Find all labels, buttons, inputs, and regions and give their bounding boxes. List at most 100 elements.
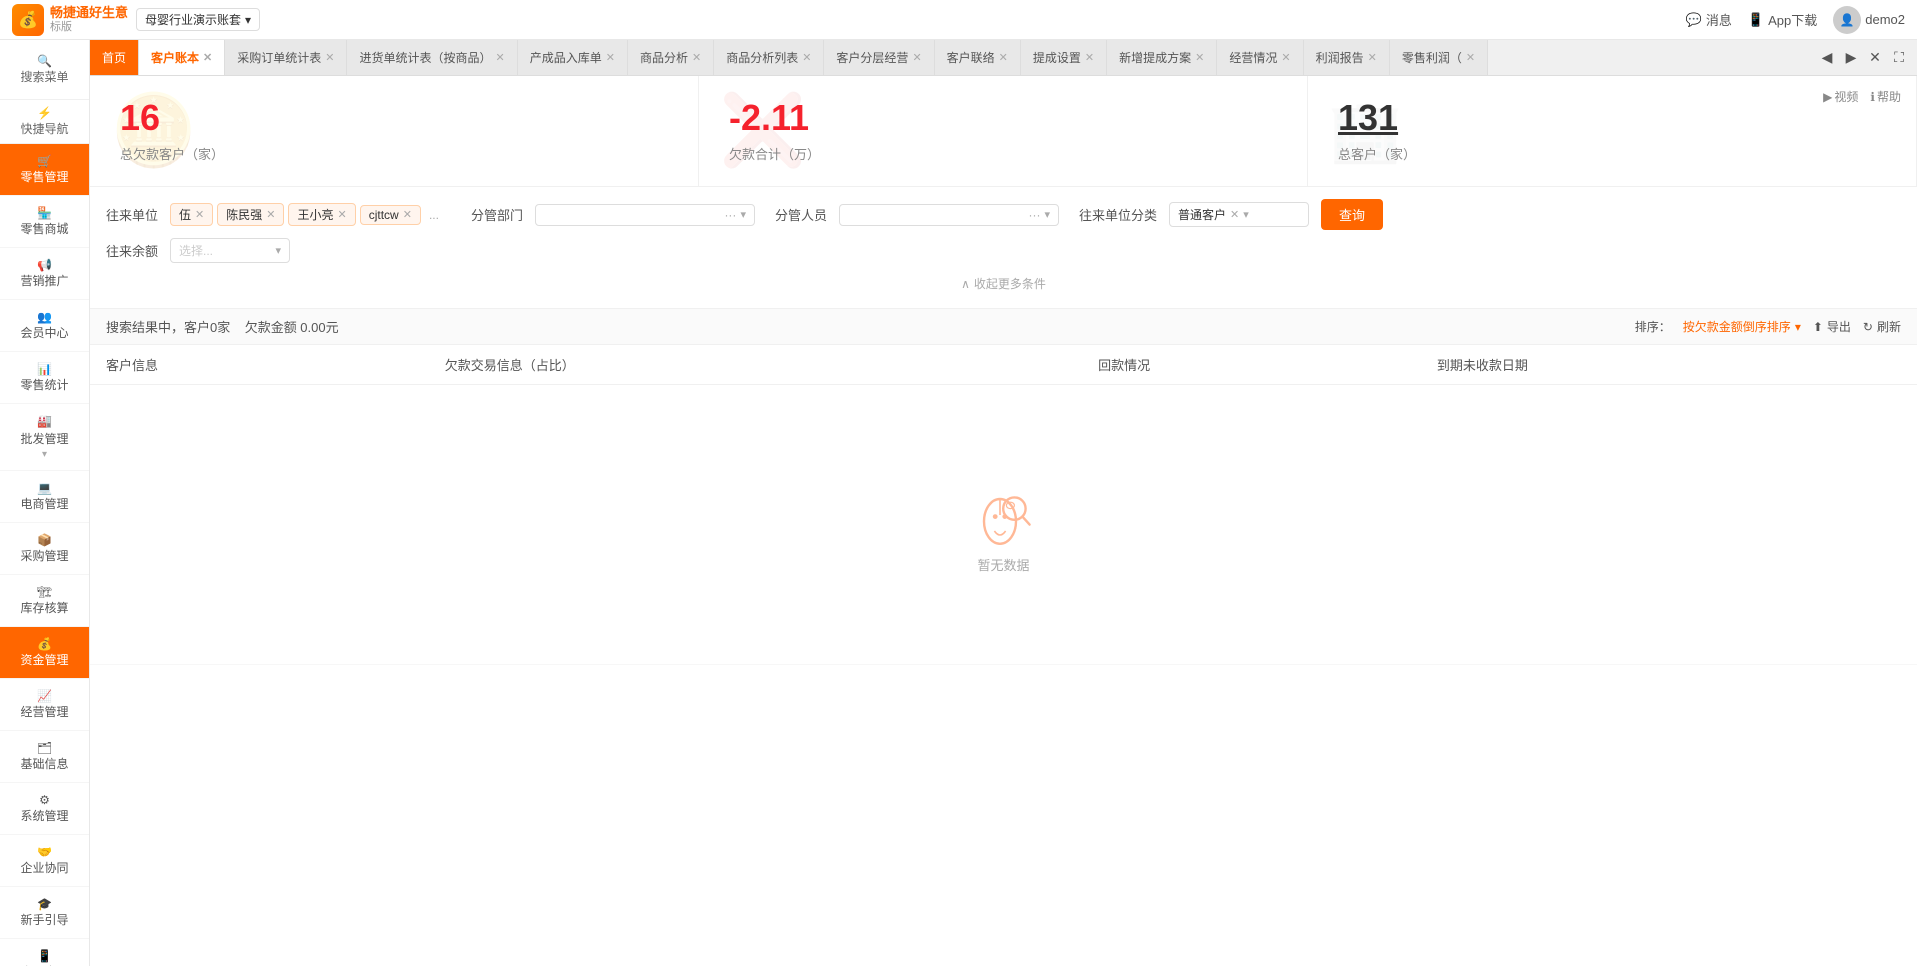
col-due-date: 到期未收款日期 [1421, 345, 1917, 385]
remove-tag-wu[interactable]: ✕ [195, 208, 204, 221]
tab-fullscreen-btn[interactable]: ⛶ [1889, 48, 1909, 68]
query-btn[interactable]: 查询 [1321, 199, 1383, 230]
sidebar-item-member[interactable]: 👥 会员中心 [0, 300, 89, 352]
close-tab-retail-profit[interactable]: ✕ [1466, 51, 1475, 64]
close-tab-business-status[interactable]: ✕ [1281, 51, 1290, 64]
top-bar: 💰 畅捷通好生意 标版 母婴行业演示账套 ▾ 💬 消息 📱 App下载 👤 de… [0, 0, 1917, 40]
filter-row-2: 往来余额 选择... ▾ [106, 238, 1901, 263]
basic-info-icon: 🗂 [37, 741, 52, 755]
tab-home[interactable]: 首页 [90, 40, 139, 76]
stat-debit-customers-label: 总欠款客户（家） [120, 144, 224, 163]
close-tab-customer-account[interactable]: ✕ [203, 51, 212, 64]
stats-row: 🪙 16 总欠款客户（家） ❌ -2.11 欠款合计（万） 🏢 131 总客户（… [90, 76, 1917, 187]
sidebar-item-retail-mall[interactable]: 🏪 零售商城 [0, 196, 89, 248]
close-tab-product-inbound[interactable]: ✕ [606, 51, 615, 64]
remove-tag-chen[interactable]: ✕ [266, 208, 275, 221]
user-avatar-btn[interactable]: 👤 demo2 [1833, 6, 1905, 34]
tab-close-all-btn[interactable]: ✕ [1865, 48, 1885, 68]
close-tab-product-analysis-list[interactable]: ✕ [802, 51, 811, 64]
mall-icon: 🏪 [37, 206, 52, 220]
sidebar-item-operation[interactable]: 📈 经营管理 [0, 679, 89, 731]
remove-tag-normal-customer[interactable]: ✕ [1230, 208, 1239, 221]
collapse-row: ∧ 收起更多条件 [106, 271, 1901, 296]
close-tab-new-promote[interactable]: ✕ [1195, 51, 1204, 64]
stat-block-debit-customers: 🪙 16 总欠款客户（家） [90, 76, 699, 186]
sidebar-item-purchase[interactable]: 📦 采购管理 [0, 523, 89, 575]
tab-new-promote[interactable]: 新增提成方案 ✕ [1107, 40, 1217, 76]
close-tab-customer-tier[interactable]: ✕ [912, 51, 921, 64]
table-empty-cell: 暂无数据 [90, 385, 1917, 665]
sort-select[interactable]: 按欠款金额倒序排序 ▾ [1683, 318, 1801, 335]
col-customer-info: 客户信息 [90, 345, 429, 385]
app-download-btn[interactable]: 📱 App下载 [1748, 10, 1817, 29]
tab-customer-tier[interactable]: 客户分层经营 ✕ [824, 40, 934, 76]
tab-customer-account[interactable]: 客户账本 ✕ [139, 40, 225, 76]
sidebar-item-basic-info[interactable]: 🗂 基础信息 [0, 731, 89, 783]
close-tab-customer-connect[interactable]: ✕ [999, 51, 1008, 64]
system-icon: ⚙ [39, 793, 50, 807]
tab-retail-profit[interactable]: 零售利润（ ✕ [1390, 40, 1488, 76]
tab-product-analysis-list[interactable]: 商品分析列表 ✕ [714, 40, 824, 76]
close-tab-product-analysis[interactable]: ✕ [692, 51, 701, 64]
tab-scroll-left-btn[interactable]: ◀ [1817, 48, 1837, 68]
tab-stock-summary[interactable]: 进货单统计表（按商品） ✕ [347, 40, 517, 76]
capital-icon: 💰 [37, 637, 52, 651]
sidebar-item-inventory[interactable]: 🏗 库存核算 [0, 575, 89, 627]
stat-block-debit-total: ❌ -2.11 欠款合计（万） [699, 76, 1308, 186]
retail-icon: 🛒 [37, 154, 52, 168]
sidebar-item-marketing[interactable]: 📢 营销推广 [0, 248, 89, 300]
sidebar-item-enterprise-collab[interactable]: 🤝 企业协同 [0, 835, 89, 887]
person-filter-input[interactable]: ··· ▾ [839, 204, 1059, 226]
sidebar-item-retail-stats[interactable]: 📊 零售统计 [0, 352, 89, 404]
operation-icon: 📈 [37, 689, 52, 703]
video-btn[interactable]: ▶ 视频 [1823, 88, 1858, 105]
empty-label: 暂无数据 [977, 555, 1029, 574]
avatar: 👤 [1833, 6, 1861, 34]
result-info: 搜索结果中，客户0家 欠款金额 0.00元 [106, 317, 339, 336]
top-bar-left: 💰 畅捷通好生意 标版 母婴行业演示账套 ▾ [12, 4, 260, 36]
balance-filter-select[interactable]: 选择... ▾ [170, 238, 290, 263]
tab-scroll-right-btn[interactable]: ▶ [1841, 48, 1861, 68]
sort-label: 排序： [1635, 318, 1671, 335]
unit-category-select[interactable]: 普通客户 ✕ ▾ [1169, 202, 1309, 227]
quick-nav-btn[interactable]: ⚡ 快捷导航 [0, 100, 89, 144]
tab-customer-connect[interactable]: 客户联络 ✕ [935, 40, 1021, 76]
table-header: 客户信息 欠款交易信息（占比） 回款情况 到期未收款日期 [90, 345, 1917, 385]
more-tags-btn[interactable]: ... [425, 208, 443, 222]
sidebar-item-wholesale[interactable]: 🏭 批发管理 ▾ [0, 404, 89, 471]
dept-filter-input[interactable]: ··· ▾ [535, 204, 755, 226]
sidebar-item-system[interactable]: ⚙ 系统管理 [0, 783, 89, 835]
remove-tag-cjttcw[interactable]: ✕ [403, 208, 412, 221]
refresh-btn[interactable]: ↻ 刷新 [1863, 318, 1901, 335]
top-bar-right: 💬 消息 📱 App下载 👤 demo2 [1686, 6, 1905, 34]
sidebar-item-retail-mgmt[interactable]: 🛒 零售管理 [0, 144, 89, 196]
close-tab-promote-setting[interactable]: ✕ [1085, 51, 1094, 64]
export-btn[interactable]: ⬆ 导出 [1813, 318, 1851, 335]
collapse-conditions-btn[interactable]: ∧ 收起更多条件 [961, 275, 1046, 292]
filter-tag-cjttcw: cjttcw ✕ [360, 205, 421, 225]
close-tab-purchase-order[interactable]: ✕ [325, 51, 334, 64]
message-btn[interactable]: 💬 消息 [1686, 10, 1732, 29]
org-selector[interactable]: 母婴行业演示账套 ▾ [136, 8, 260, 31]
col-debit-info: 欠款交易信息（占比） [429, 345, 1082, 385]
stat-debit-total-label: 欠款合计（万） [729, 144, 820, 163]
data-table: 客户信息 欠款交易信息（占比） 回款情况 到期未收款日期 [90, 345, 1917, 665]
sidebar-item-ecommerce[interactable]: 💻 电商管理 [0, 471, 89, 523]
close-tab-stock-summary[interactable]: ✕ [496, 51, 505, 64]
tab-product-inbound[interactable]: 产成品入库单 ✕ [518, 40, 628, 76]
sidebar-item-capital[interactable]: 💰 资金管理 [0, 627, 89, 679]
tab-business-status[interactable]: 经营情况 ✕ [1217, 40, 1303, 76]
sidebar-item-app-center[interactable]: 📱 应用中心 [0, 939, 89, 966]
tab-product-analysis[interactable]: 商品分析 ✕ [628, 40, 714, 76]
search-menu-btn[interactable]: 🔍 搜索菜单 [8, 48, 81, 91]
help-btn[interactable]: ℹ 帮助 [1870, 88, 1901, 105]
sidebar-item-new-guide[interactable]: 🎓 新手引导 [0, 887, 89, 939]
tab-profit-report[interactable]: 利润报告 ✕ [1304, 40, 1390, 76]
remove-tag-wang[interactable]: ✕ [338, 208, 347, 221]
col-payment-status: 回款情况 [1082, 345, 1421, 385]
close-tab-profit-report[interactable]: ✕ [1368, 51, 1377, 64]
tab-promote-setting[interactable]: 提成设置 ✕ [1021, 40, 1107, 76]
tab-purchase-order[interactable]: 采购订单统计表 ✕ [225, 40, 347, 76]
stat-total-customers-value: 131 [1338, 100, 1398, 136]
collapse-icon: ∧ [961, 277, 970, 291]
